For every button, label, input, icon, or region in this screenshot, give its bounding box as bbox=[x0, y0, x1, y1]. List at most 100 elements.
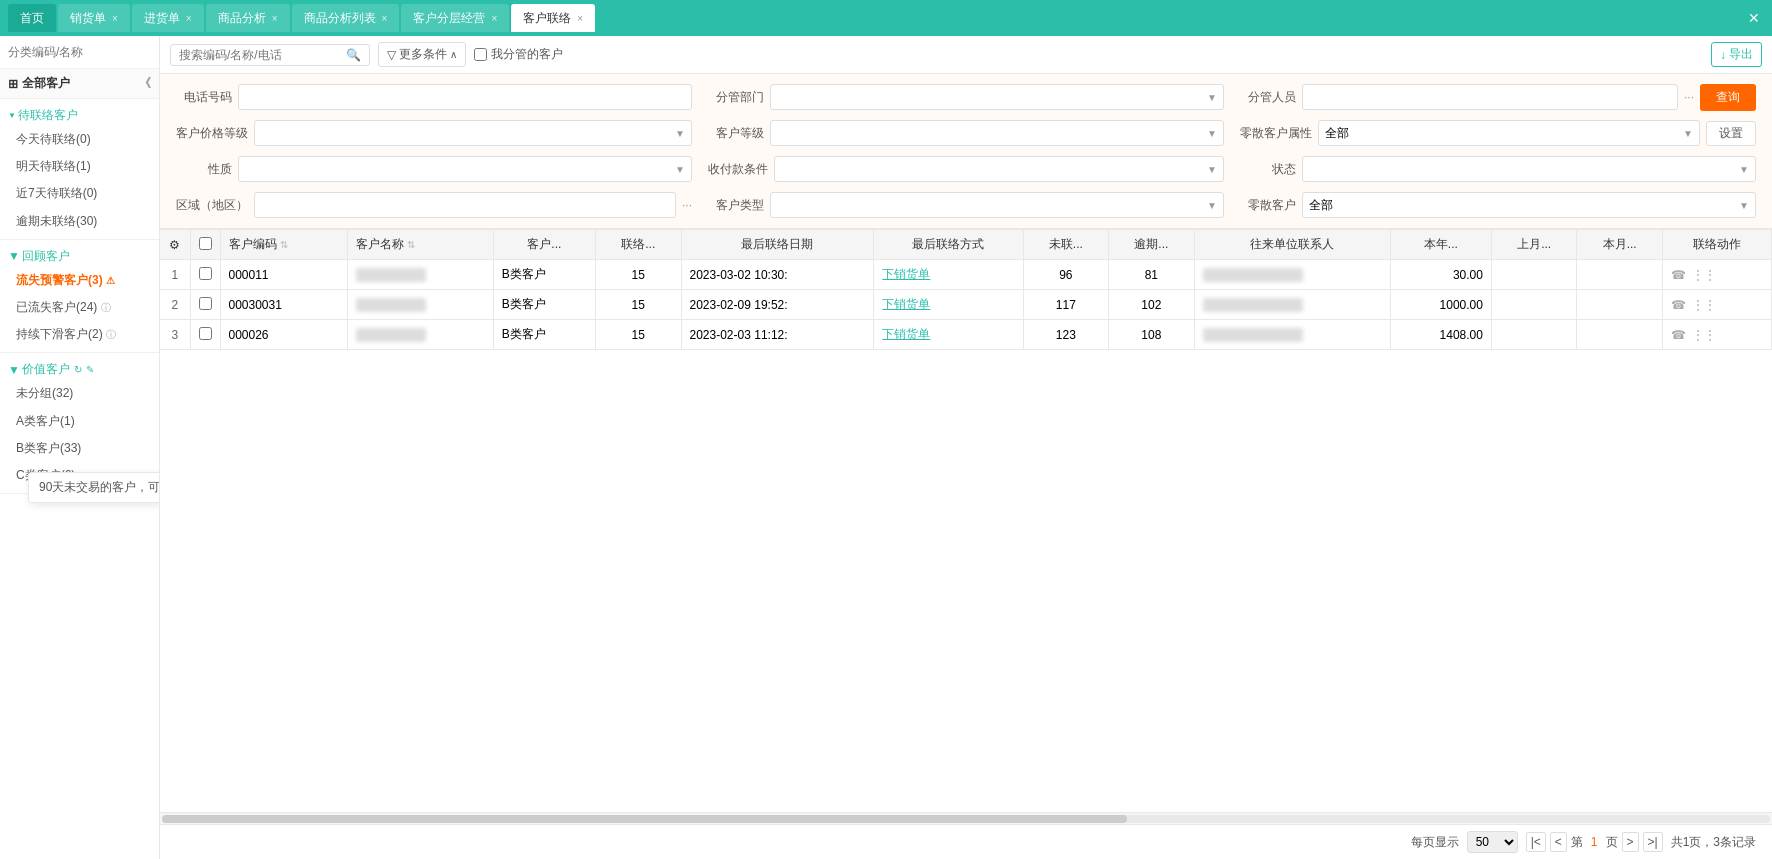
sidebar-item-ungrouped[interactable]: 未分组(32) bbox=[0, 380, 159, 407]
first-page-button[interactable]: |< bbox=[1526, 832, 1546, 852]
filter-dept-select[interactable]: ▼ bbox=[770, 84, 1224, 110]
more-filter-button[interactable]: ▽ 更多条件 ∧ bbox=[378, 42, 466, 67]
th-level[interactable]: 客户... bbox=[493, 230, 595, 260]
row-checkbox[interactable] bbox=[199, 327, 212, 340]
cell-this-month bbox=[1577, 320, 1663, 350]
horizontal-scrollbar[interactable] bbox=[160, 812, 1772, 824]
sidebar-item-7days[interactable]: 近7天待联络(0) bbox=[0, 180, 159, 207]
sidebar-item-tomorrow[interactable]: 明天待联络(1) bbox=[0, 153, 159, 180]
last-method-link[interactable]: 下销货单 bbox=[882, 327, 930, 341]
sidebar-item-churn-warning[interactable]: 流失预警客户(3) ⚠ bbox=[0, 267, 159, 294]
sidebar-section-pending-title[interactable]: ▼ 待联络客户 bbox=[0, 103, 159, 126]
last-method-link[interactable]: 下销货单 bbox=[882, 297, 930, 311]
settings-button[interactable]: 设置 bbox=[1706, 121, 1756, 146]
tab-analysis-list-close[interactable]: × bbox=[382, 13, 388, 24]
th-last-method[interactable]: 最后联络方式 bbox=[874, 230, 1023, 260]
sidebar-section-review-title[interactable]: ▼ 回顾客户 bbox=[0, 244, 159, 267]
filter-region-input[interactable] bbox=[254, 192, 676, 218]
filter-status-select[interactable]: ▼ bbox=[1302, 156, 1756, 182]
filter-manager-dots[interactable]: ··· bbox=[1684, 90, 1694, 104]
action-more-icon[interactable]: ⋮⋮ bbox=[1692, 298, 1716, 312]
tab-analysis[interactable]: 商品分析 × bbox=[206, 4, 290, 32]
tab-customer-segment[interactable]: 客户分层经营 × bbox=[401, 4, 509, 32]
scrollbar-thumb[interactable] bbox=[162, 815, 1127, 823]
select-all-checkbox[interactable] bbox=[199, 237, 212, 250]
cell-last-method[interactable]: 下销货单 bbox=[874, 290, 1023, 320]
filter-nature-select[interactable]: ▼ bbox=[238, 156, 692, 182]
th-unlinked[interactable]: 未联... bbox=[1023, 230, 1109, 260]
cell-checkbox[interactable] bbox=[190, 320, 220, 350]
last-method-link[interactable]: 下销货单 bbox=[882, 267, 930, 281]
th-contact-person[interactable]: 往来单位联系人 bbox=[1194, 230, 1390, 260]
sidebar-item-overdue[interactable]: 逾期未联络(30) bbox=[0, 208, 159, 235]
sidebar-item-today[interactable]: 今天待联络(0) bbox=[0, 126, 159, 153]
sidebar-search-input[interactable] bbox=[8, 45, 158, 59]
tab-analysis-close[interactable]: × bbox=[272, 13, 278, 24]
filter-manager-input[interactable] bbox=[1302, 84, 1678, 110]
th-last-month[interactable]: 上月... bbox=[1491, 230, 1577, 260]
data-table: ⚙ 客户编码 ⇅ 客户名称 bbox=[160, 229, 1772, 350]
th-settings[interactable]: ⚙ bbox=[160, 230, 190, 260]
filter-customer-type-select[interactable]: ▼ bbox=[770, 192, 1224, 218]
filter-retail-select[interactable]: 全部 ▼ bbox=[1302, 192, 1756, 218]
tab-sales[interactable]: 销货单 × bbox=[58, 4, 130, 32]
action-more-icon[interactable]: ⋮⋮ bbox=[1692, 268, 1716, 282]
row-checkbox[interactable] bbox=[199, 297, 212, 310]
tab-home[interactable]: 首页 bbox=[8, 4, 56, 32]
cell-checkbox[interactable] bbox=[190, 260, 220, 290]
filter-price-level-select[interactable]: ▼ bbox=[254, 120, 692, 146]
cell-checkbox[interactable] bbox=[190, 290, 220, 320]
tab-sales-close[interactable]: × bbox=[112, 13, 118, 24]
action-phone-icon[interactable]: ☎ bbox=[1671, 298, 1686, 312]
toolbar-search-icon[interactable]: 🔍 bbox=[346, 48, 361, 62]
tab-customer-contact[interactable]: 客户联络 × bbox=[511, 4, 595, 32]
query-button[interactable]: 查询 bbox=[1700, 84, 1756, 111]
th-name[interactable]: 客户名称 ⇅ bbox=[347, 230, 493, 260]
filter-region-dots[interactable]: ··· bbox=[682, 198, 692, 212]
window-close-button[interactable]: ✕ bbox=[1744, 6, 1764, 30]
tab-purchase-close[interactable]: × bbox=[186, 13, 192, 24]
filter-payment-label: 收付款条件 bbox=[708, 161, 768, 178]
next-page-button[interactable]: > bbox=[1622, 832, 1639, 852]
export-button[interactable]: ↓ 导出 bbox=[1711, 42, 1762, 67]
sidebar-item-class-b[interactable]: B类客户(33) bbox=[0, 435, 159, 462]
edit-icon[interactable]: ✎ bbox=[86, 364, 94, 375]
tab-analysis-list[interactable]: 商品分析列表 × bbox=[292, 4, 400, 32]
tab-customer-contact-close[interactable]: × bbox=[577, 13, 583, 24]
sidebar-section-value-title[interactable]: ▼ 价值客户 ↻ ✎ bbox=[0, 357, 159, 380]
sidebar-all-customers[interactable]: ⊞ 全部客户 《 bbox=[0, 69, 159, 99]
action-phone-icon[interactable]: ☎ bbox=[1671, 268, 1686, 282]
th-code[interactable]: 客户编码 ⇅ bbox=[220, 230, 347, 260]
th-this-year[interactable]: 本年... bbox=[1390, 230, 1491, 260]
row-checkbox[interactable] bbox=[199, 267, 212, 280]
refresh-icon[interactable]: ↻ bbox=[74, 364, 82, 375]
page-size-select[interactable]: 50 100 200 bbox=[1467, 831, 1518, 853]
my-customer-checkbox-label[interactable]: 我分管的客户 bbox=[474, 46, 563, 63]
th-name-label: 客户名称 bbox=[356, 236, 404, 253]
action-more-icon[interactable]: ⋮⋮ bbox=[1692, 328, 1716, 342]
th-last-date-label: 最后联络日期 bbox=[741, 237, 813, 251]
cell-last-method[interactable]: 下销货单 bbox=[874, 320, 1023, 350]
export-label: 导出 bbox=[1729, 46, 1753, 63]
filter-retail-attr-select[interactable]: 全部 ▼ bbox=[1318, 120, 1700, 146]
tab-customer-segment-close[interactable]: × bbox=[491, 13, 497, 24]
sidebar-item-declining[interactable]: 持续下滑客户(2) ⓘ bbox=[0, 321, 159, 348]
th-contact[interactable]: 联络... bbox=[596, 230, 682, 260]
action-phone-icon[interactable]: ☎ bbox=[1671, 328, 1686, 342]
prev-page-button[interactable]: < bbox=[1550, 832, 1567, 852]
th-overdue[interactable]: 逾期... bbox=[1109, 230, 1195, 260]
toolbar-search-input[interactable] bbox=[179, 48, 342, 62]
last-page-button[interactable]: >| bbox=[1643, 832, 1663, 852]
cell-last-method[interactable]: 下销货单 bbox=[874, 260, 1023, 290]
th-this-month[interactable]: 本月... bbox=[1577, 230, 1663, 260]
sidebar-item-lost[interactable]: 已流失客户(24) ⓘ bbox=[0, 294, 159, 321]
sidebar-item-class-a[interactable]: A类客户(1) bbox=[0, 408, 159, 435]
tab-purchase[interactable]: 进货单 × bbox=[132, 4, 204, 32]
my-customer-checkbox[interactable] bbox=[474, 48, 487, 61]
filter-phone-input[interactable] bbox=[238, 84, 692, 110]
filter-payment-select[interactable]: ▼ bbox=[774, 156, 1224, 182]
filter-row-manager: 分管人员 ··· 查询 bbox=[1240, 82, 1756, 112]
th-last-date[interactable]: 最后联络日期 bbox=[681, 230, 874, 260]
th-checkbox[interactable] bbox=[190, 230, 220, 260]
filter-customer-level-select[interactable]: ▼ bbox=[770, 120, 1224, 146]
